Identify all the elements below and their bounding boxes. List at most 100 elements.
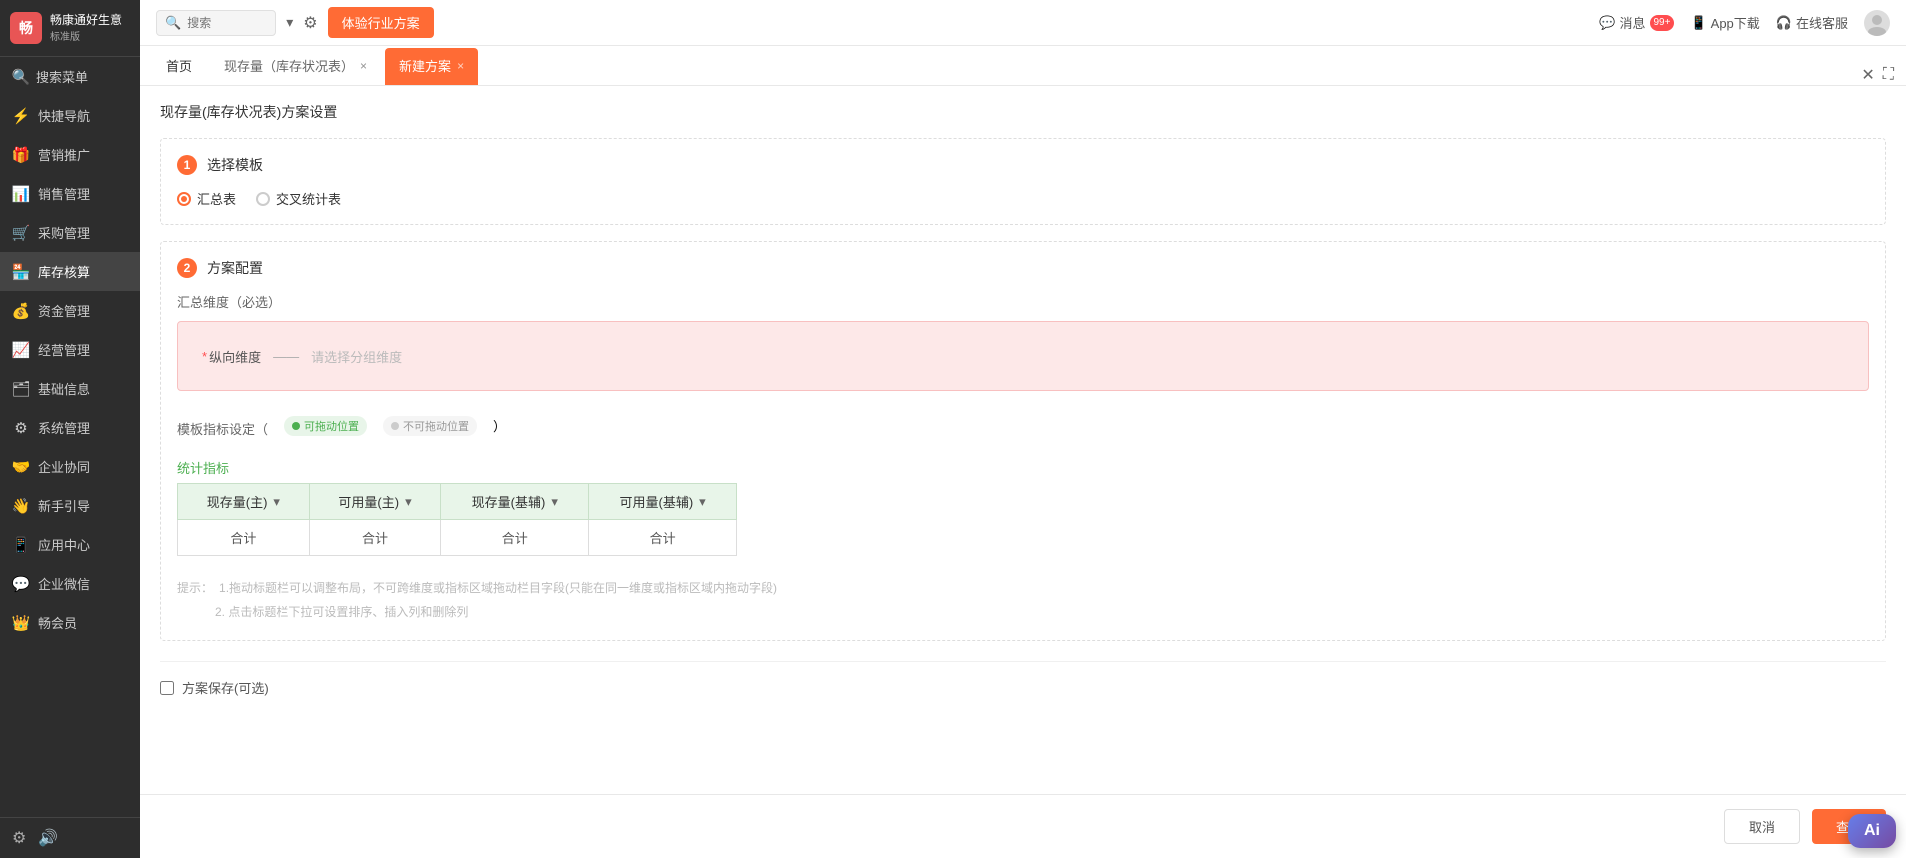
sidebar-item-label: 搜索菜单 xyxy=(36,67,88,86)
search-input[interactable] xyxy=(187,16,267,30)
finance-icon: 💰 xyxy=(12,302,30,320)
col-header-2[interactable]: 现存量(基辅) ▾ xyxy=(441,484,589,520)
search-icon: 🔍 xyxy=(165,15,181,31)
message-btn[interactable]: 💬 消息 99+ xyxy=(1599,13,1674,32)
tip-line-0: 提示： 1.拖动标题栏可以调整布局，不可跨维度或指标区域拖动栏目字段(只能在同一… xyxy=(177,576,1869,600)
col-header-0[interactable]: 现存量(主) ▾ xyxy=(178,484,310,520)
sidebar-item-search[interactable]: 🔍 搜索菜单 xyxy=(0,57,140,96)
sidebar-item-quick-nav[interactable]: ⚡ 快捷导航 xyxy=(0,96,140,135)
sidebar-item-guide[interactable]: 👋 新手引导 xyxy=(0,486,140,525)
draggable-toggle[interactable]: 可拖动位置 xyxy=(284,416,367,436)
sidebar-item-label: 销售管理 xyxy=(38,184,90,203)
sidebar-item-label: 企业微信 xyxy=(38,574,90,593)
sidebar-item-label: 资金管理 xyxy=(38,301,90,320)
tab-new-plan[interactable]: 新建方案 × xyxy=(385,48,478,85)
tab-inventory-status[interactable]: 现存量（库存状况表） × xyxy=(210,48,381,85)
topbar-gear-icon[interactable]: ⚙ xyxy=(303,13,317,33)
sidebar-item-inventory[interactable]: 🏪 库存核算 xyxy=(0,252,140,291)
sidebar-item-label: 快捷导航 xyxy=(38,106,90,125)
app-download-btn[interactable]: 📱 App下载 xyxy=(1690,13,1759,32)
tab-close-new-plan[interactable]: × xyxy=(457,59,464,73)
audio-icon[interactable]: 🔊 xyxy=(38,828,58,848)
sidebar-item-vip[interactable]: 👑 畅会员 xyxy=(0,603,140,642)
fixed-toggle[interactable]: 不可拖动位置 xyxy=(383,416,477,436)
topbar-dropdown-icon[interactable]: ▾ xyxy=(286,14,293,31)
sidebar-item-finance[interactable]: 💰 资金管理 xyxy=(0,291,140,330)
settings-bottom-icon[interactable]: ⚙ xyxy=(12,828,26,848)
purchase-icon: 🛒 xyxy=(12,224,30,242)
sales-icon: 📊 xyxy=(12,185,30,203)
app-icon: 📱 xyxy=(1690,15,1706,31)
basic-info-icon: 🗂 xyxy=(12,380,30,398)
tab-home[interactable]: 首页 xyxy=(152,48,206,85)
col-dropdown-0[interactable]: ▾ xyxy=(273,494,280,510)
cell-0-3: 合计 xyxy=(589,520,737,556)
radio-cross-table[interactable]: 交叉统计表 xyxy=(256,189,341,208)
sidebar-item-label: 营销推广 xyxy=(38,145,90,164)
topbar-search-box[interactable]: 🔍 xyxy=(156,10,276,36)
section1-title: 选择模板 xyxy=(207,155,263,175)
sidebar-item-label: 企业协同 xyxy=(38,457,90,476)
sidebar-item-marketing[interactable]: 🎁 营销推广 xyxy=(0,135,140,174)
sidebar-item-apps[interactable]: 📱 应用中心 xyxy=(0,525,140,564)
message-badge: 99+ xyxy=(1650,15,1675,31)
sidebar-item-basic-info[interactable]: 🗂 基础信息 xyxy=(0,369,140,408)
cancel-button[interactable]: 取消 xyxy=(1724,809,1800,844)
guide-icon: 👋 xyxy=(12,497,30,515)
trial-btn[interactable]: 体验行业方案 xyxy=(328,7,434,38)
stats-section-label: 统计指标 xyxy=(177,458,1869,477)
dimension-label: 纵向维度 xyxy=(209,347,261,366)
service-btn[interactable]: 🎧 在线客服 xyxy=(1776,13,1848,32)
user-menu[interactable] xyxy=(1864,10,1890,36)
col-dropdown-1[interactable]: ▾ xyxy=(405,494,412,510)
sidebar-item-sales[interactable]: 📊 销售管理 xyxy=(0,174,140,213)
col-header-1[interactable]: 可用量(主) ▾ xyxy=(309,484,441,520)
tip-1: 2. 点击标题栏下拉可设置排序、插入列和删除列 xyxy=(215,600,468,624)
sidebar-item-label: 新手引导 xyxy=(38,496,90,515)
system-icon: ⚙ xyxy=(12,419,30,437)
stats-header-row: 现存量(主) ▾ 可用量(主) ▾ xyxy=(178,484,737,520)
content-inner: 现存量(库存状况表)方案设置 1 选择模板 汇总表 交叉统计表 xyxy=(140,86,1906,794)
sidebar-item-operations[interactable]: 📈 经营管理 xyxy=(0,330,140,369)
dimension-box[interactable]: * 纵向维度 —— 请选择分组维度 xyxy=(177,321,1869,391)
collab-icon: 🤝 xyxy=(12,458,30,476)
dimension-dash: —— xyxy=(273,349,299,364)
sidebar-item-label: 基础信息 xyxy=(38,379,90,398)
section-config: 2 方案配置 汇总维度（必选） * 纵向维度 —— 请选择分组维度 模板指标设定… xyxy=(160,241,1886,641)
tabs-bar: 首页 现存量（库存状况表） × 新建方案 × ✕ ⛶ xyxy=(140,46,1906,86)
sidebar-item-label: 采购管理 xyxy=(38,223,90,242)
main-area: 🔍 ▾ ⚙ 体验行业方案 💬 消息 99+ 📱 App下载 🎧 在线客服 xyxy=(140,0,1906,858)
draggable-dot xyxy=(292,422,300,430)
ai-fab-button[interactable]: Ai xyxy=(1848,814,1896,848)
tip-0: 1.拖动标题栏可以调整布局，不可跨维度或指标区域拖动栏目字段(只能在同一维度或指… xyxy=(219,576,777,600)
summary-dim-label: 汇总维度（必选） xyxy=(177,292,1869,311)
sidebar-item-system[interactable]: ⚙ 系统管理 xyxy=(0,408,140,447)
headset-icon: 🎧 xyxy=(1776,15,1792,31)
save-row: 方案保存(可选) xyxy=(160,661,1886,697)
section2-num: 2 xyxy=(177,258,197,278)
sidebar-item-wechat[interactable]: 💬 企业微信 xyxy=(0,564,140,603)
col-dropdown-3[interactable]: ▾ xyxy=(699,494,706,510)
logo-text: 畅康通好生意 xyxy=(50,13,122,29)
save-checkbox[interactable] xyxy=(160,681,174,695)
stats-table: 现存量(主) ▾ 可用量(主) ▾ xyxy=(177,483,737,556)
col-dropdown-2[interactable]: ▾ xyxy=(551,494,558,510)
sidebar-item-collab[interactable]: 🤝 企业协同 xyxy=(0,447,140,486)
tab-close-inventory[interactable]: × xyxy=(360,59,367,73)
section1-num: 1 xyxy=(177,155,197,175)
section2-title: 方案配置 xyxy=(207,258,263,278)
cell-0-0: 合计 xyxy=(178,520,310,556)
window-expand-btn[interactable]: ⛶ xyxy=(1883,66,1894,84)
section-template: 1 选择模板 汇总表 交叉统计表 xyxy=(160,138,1886,225)
sidebar-logo: 畅 畅康通好生意 标准版 xyxy=(0,0,140,57)
tabs-window-controls: ✕ ⛶ xyxy=(1861,65,1894,85)
col-header-3[interactable]: 可用量(基辅) ▾ xyxy=(589,484,737,520)
radio-summary-table[interactable]: 汇总表 xyxy=(177,189,236,208)
window-close-btn[interactable]: ✕ xyxy=(1861,65,1874,85)
metrics-label: 模板指标设定（ xyxy=(177,419,268,438)
avatar xyxy=(1864,10,1890,36)
search-icon: 🔍 xyxy=(12,68,30,86)
sidebar-item-purchase[interactable]: 🛒 采购管理 xyxy=(0,213,140,252)
logo-badge: 标准版 xyxy=(50,28,122,43)
message-icon: 💬 xyxy=(1599,15,1615,31)
